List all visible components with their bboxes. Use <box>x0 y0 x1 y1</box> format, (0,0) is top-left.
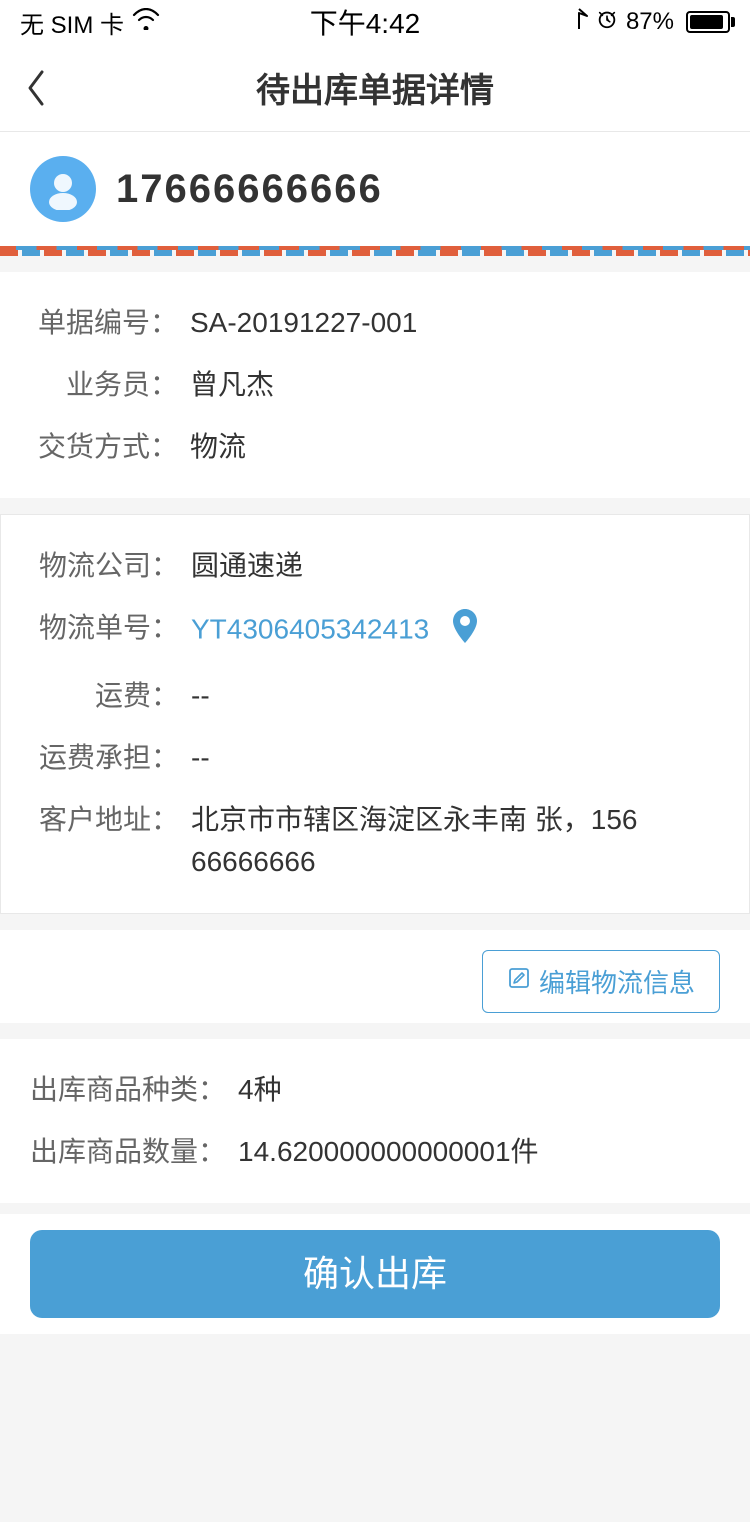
product-section: 出库商品种类： 4种 出库商品数量： 14.620000000000001件 <box>0 1039 750 1203</box>
carrier-text: 无 SIM 卡 <box>20 5 124 40</box>
user-phone: 17666666666 <box>116 167 383 212</box>
freight-value: -- <box>191 675 719 717</box>
salesperson-label: 业务员： <box>30 364 190 406</box>
edit-icon <box>507 966 531 997</box>
status-time: 下午4:42 <box>310 2 421 42</box>
avatar <box>30 156 96 222</box>
back-button[interactable] <box>24 68 48 108</box>
salesperson-row: 业务员： 曾凡杰 <box>30 364 720 406</box>
freight-payer-value: -- <box>191 737 719 779</box>
tracking-value: YT4306405342413 <box>191 607 719 655</box>
doc-number-row: 单据编号： SA-20191227-001 <box>30 302 720 344</box>
edit-logistics-button[interactable]: 编辑物流信息 <box>482 950 720 1013</box>
salesperson-value: 曾凡杰 <box>190 364 720 406</box>
address-row: 客户地址： 北京市市辖区海淀区永丰南 张，156 66666666 <box>31 799 719 883</box>
freight-payer-row: 运费承担： -- <box>31 737 719 779</box>
battery-percent: 87% <box>626 8 674 36</box>
confirm-btn-container: 确认出库 <box>0 1214 750 1334</box>
delivery-value: 物流 <box>190 426 720 468</box>
nav-bar: 待出库单据详情 <box>0 44 750 132</box>
logistics-company-value: 圆通速递 <box>191 545 719 587</box>
product-type-label: 出库商品种类： <box>30 1069 238 1111</box>
freight-row: 运费： -- <box>31 675 719 717</box>
tracking-label: 物流单号： <box>31 607 191 649</box>
section-divider <box>0 1023 750 1039</box>
product-quantity-label: 出库商品数量： <box>30 1131 238 1173</box>
wifi-icon <box>132 8 160 37</box>
document-info-section: 单据编号： SA-20191227-001 业务员： 曾凡杰 交货方式： 物流 <box>0 272 750 498</box>
product-quantity-value: 14.620000000000001件 <box>238 1131 720 1173</box>
doc-number-label: 单据编号： <box>30 302 190 344</box>
user-card: 17666666666 <box>0 132 750 250</box>
battery-icon <box>686 11 730 33</box>
address-label: 客户地址： <box>31 799 191 841</box>
edit-logistics-row: 编辑物流信息 <box>0 930 750 1023</box>
confirm-button[interactable]: 确认出库 <box>30 1230 720 1318</box>
freight-payer-label: 运费承担： <box>31 737 191 779</box>
map-pin-icon[interactable] <box>449 607 481 655</box>
dashed-divider <box>0 250 750 256</box>
product-quantity-row: 出库商品数量： 14.620000000000001件 <box>30 1131 720 1173</box>
bottom-spacer <box>0 1322 750 1522</box>
status-bar: 无 SIM 卡 下午4:42 87% <box>0 0 750 44</box>
address-value: 北京市市辖区海淀区永丰南 张，156 66666666 <box>191 799 719 883</box>
location-status-icon <box>570 8 588 37</box>
logistics-section: 物流公司： 圆通速递 物流单号： YT4306405342413 运费： -- … <box>0 514 750 914</box>
status-left: 无 SIM 卡 <box>20 5 160 40</box>
tracking-row: 物流单号： YT4306405342413 <box>31 607 719 655</box>
product-type-value: 4种 <box>238 1069 720 1111</box>
delivery-row: 交货方式： 物流 <box>30 426 720 468</box>
delivery-label: 交货方式： <box>30 426 190 468</box>
logistics-company-row: 物流公司： 圆通速递 <box>31 545 719 587</box>
freight-label: 运费： <box>31 675 191 717</box>
status-right: 87% <box>570 8 730 37</box>
product-type-row: 出库商品种类： 4种 <box>30 1069 720 1111</box>
doc-number-value: SA-20191227-001 <box>190 302 720 344</box>
logistics-company-label: 物流公司： <box>31 545 191 587</box>
edit-logistics-label: 编辑物流信息 <box>539 963 695 1000</box>
alarm-icon <box>596 8 618 37</box>
page-title: 待出库单据详情 <box>256 63 494 112</box>
